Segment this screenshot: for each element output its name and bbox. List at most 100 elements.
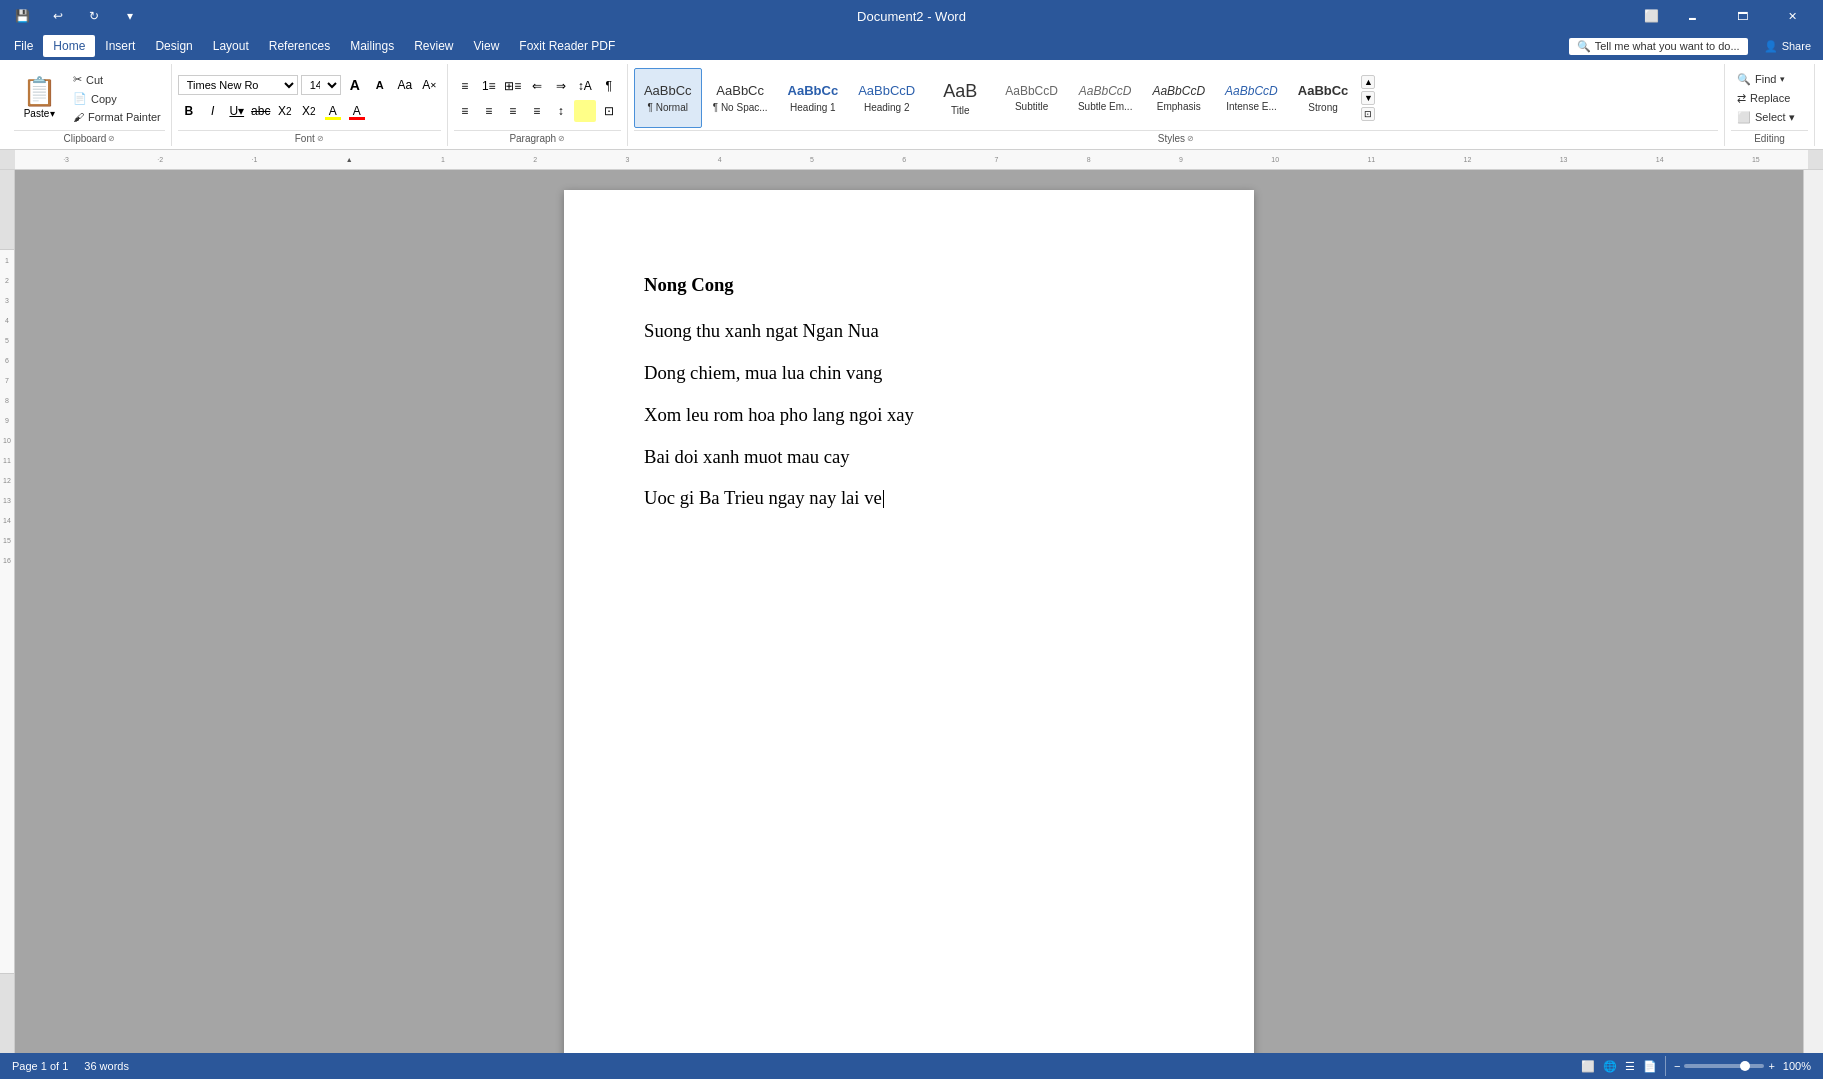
align-left-button[interactable]: ≡: [454, 100, 476, 122]
style-intense-em-preview: AaBbCcD: [1225, 84, 1278, 100]
view-draft-icon[interactable]: 📄: [1643, 1060, 1657, 1073]
shrink-font-button[interactable]: A: [369, 74, 391, 96]
paragraph-expand[interactable]: ⊘: [558, 134, 565, 143]
paste-button[interactable]: 📋 Paste▾: [14, 71, 65, 125]
find-icon: 🔍: [1737, 73, 1751, 86]
style-emphasis[interactable]: AaBbCcD Emphasis: [1143, 68, 1214, 128]
styles-scroll-down[interactable]: ▼: [1361, 91, 1375, 105]
customize-quick-access[interactable]: ▾: [116, 2, 144, 30]
format-painter-icon: 🖌: [73, 111, 84, 123]
change-case-button[interactable]: Aa: [394, 74, 416, 96]
bold-button[interactable]: B: [178, 100, 200, 122]
view-outline-icon[interactable]: ☰: [1625, 1060, 1635, 1073]
view-web-icon[interactable]: 🌐: [1603, 1060, 1617, 1073]
style-subtle-em[interactable]: AaBbCcD Subtle Em...: [1069, 68, 1141, 128]
ribbon-display-button[interactable]: ⬜: [1637, 2, 1665, 30]
style-normal[interactable]: AaBbCc ¶ Normal: [634, 68, 702, 128]
font-family-select[interactable]: Times New Ro: [178, 75, 298, 95]
maximize-button[interactable]: 🗖: [1719, 0, 1765, 32]
style-heading2[interactable]: AaBbCcD Heading 2: [849, 68, 924, 128]
menu-mailings[interactable]: Mailings: [340, 35, 404, 57]
ruler-numbers-vertical: 1 2 3 4 5 6 7 8 9 10 11 12 13 14 15 16: [0, 250, 14, 973]
undo-button[interactable]: ↩: [44, 2, 72, 30]
para-row1: ≡ 1≡ ⊞≡ ⇐ ⇒ ↕A ¶: [454, 75, 620, 97]
menu-home[interactable]: Home: [43, 35, 95, 57]
copy-button[interactable]: 📄 Copy: [69, 90, 165, 107]
document-area[interactable]: Nong Cong Suong thu xanh ngat Ngan Nua D…: [15, 170, 1803, 1053]
menu-references[interactable]: References: [259, 35, 340, 57]
style-strong-preview: AaBbCc: [1298, 83, 1349, 100]
zoom-thumb[interactable]: [1740, 1061, 1750, 1071]
style-intense-em[interactable]: AaBbCcD Intense E...: [1216, 68, 1287, 128]
text-highlight-button[interactable]: A: [322, 100, 344, 122]
style-no-spacing[interactable]: AaBbCc ¶ No Spac...: [704, 68, 777, 128]
styles-label: Styles ⊘: [634, 130, 1718, 146]
font-color-button[interactable]: A: [346, 100, 368, 122]
superscript-button[interactable]: X2: [298, 100, 320, 122]
title-bar-left: 💾 ↩ ↻ ▾: [8, 2, 144, 30]
font-expand[interactable]: ⊘: [317, 134, 324, 143]
menu-view[interactable]: View: [464, 35, 510, 57]
menu-insert[interactable]: Insert: [95, 35, 145, 57]
editing-buttons: 🔍 Find ▾ ⇄ Replace ⬜ Select ▾: [1731, 71, 1801, 126]
multilevel-button[interactable]: ⊞≡: [502, 75, 524, 97]
minimize-button[interactable]: 🗕: [1669, 0, 1715, 32]
select-button[interactable]: ⬜ Select ▾: [1731, 109, 1801, 126]
style-strong-label: Strong: [1308, 102, 1337, 113]
word-count[interactable]: 36 words: [84, 1060, 129, 1072]
close-button[interactable]: ✕: [1769, 0, 1815, 32]
styles-expand-btn[interactable]: ⊘: [1187, 134, 1194, 143]
page-info[interactable]: Page 1 of 1: [12, 1060, 68, 1072]
zoom-in-button[interactable]: +: [1768, 1060, 1774, 1072]
style-strong[interactable]: AaBbCc Strong: [1289, 68, 1358, 128]
menu-foxit[interactable]: Foxit Reader PDF: [509, 35, 625, 57]
status-separator: [1665, 1056, 1666, 1076]
show-marks-button[interactable]: ¶: [598, 75, 620, 97]
main-area: 1 2 3 4 5 6 7 8 9 10 11 12 13 14 15 16 N…: [0, 170, 1823, 1053]
doc-line-2: Dong chiem, mua lua chin vang: [644, 358, 1174, 388]
clipboard-expand[interactable]: ⊘: [108, 134, 115, 143]
zoom-slider[interactable]: [1684, 1064, 1764, 1068]
borders-button[interactable]: ⊡: [598, 100, 620, 122]
document-page[interactable]: Nong Cong Suong thu xanh ngat Ngan Nua D…: [564, 190, 1254, 1053]
menu-design[interactable]: Design: [145, 35, 202, 57]
style-title[interactable]: AaB Title: [926, 68, 994, 128]
editing-content: 🔍 Find ▾ ⇄ Replace ⬜ Select ▾: [1731, 68, 1808, 128]
strikethrough-button[interactable]: abc: [250, 100, 272, 122]
replace-button[interactable]: ⇄ Replace: [1731, 90, 1801, 107]
format-painter-button[interactable]: 🖌 Format Painter: [69, 109, 165, 125]
bullets-button[interactable]: ≡: [454, 75, 476, 97]
style-subtitle[interactable]: AaBbCcD Subtitle: [996, 68, 1067, 128]
italic-button[interactable]: I: [202, 100, 224, 122]
search-bar[interactable]: 🔍 Tell me what you want to do...: [1569, 38, 1748, 55]
subscript-button[interactable]: X2: [274, 100, 296, 122]
cut-button[interactable]: ✂ Cut: [69, 71, 165, 88]
line-spacing-button[interactable]: ↕: [550, 100, 572, 122]
numbering-button[interactable]: 1≡: [478, 75, 500, 97]
view-print-icon[interactable]: ⬜: [1581, 1060, 1595, 1073]
style-heading1[interactable]: AaBbCc Heading 1: [779, 68, 848, 128]
find-button[interactable]: 🔍 Find ▾: [1731, 71, 1801, 88]
shading-button[interactable]: [574, 100, 596, 122]
align-right-button[interactable]: ≡: [502, 100, 524, 122]
grow-font-button[interactable]: A: [344, 74, 366, 96]
align-center-button[interactable]: ≡: [478, 100, 500, 122]
zoom-out-button[interactable]: −: [1674, 1060, 1680, 1072]
save-button[interactable]: 💾: [8, 2, 36, 30]
para-row2: ≡ ≡ ≡ ≡ ↕ ⊡: [454, 100, 620, 122]
justify-button[interactable]: ≡: [526, 100, 548, 122]
styles-scroll-up[interactable]: ▲: [1361, 75, 1375, 89]
redo-button[interactable]: ↻: [80, 2, 108, 30]
share-button[interactable]: 👤 Share: [1756, 38, 1819, 55]
underline-button[interactable]: U▾: [226, 100, 248, 122]
increase-indent-button[interactable]: ⇒: [550, 75, 572, 97]
decrease-indent-button[interactable]: ⇐: [526, 75, 548, 97]
menu-layout[interactable]: Layout: [203, 35, 259, 57]
styles-expand[interactable]: ⊡: [1361, 107, 1375, 121]
clear-format-button[interactable]: A✕: [419, 74, 441, 96]
zoom-level[interactable]: 100%: [1783, 1060, 1811, 1072]
font-size-select[interactable]: 14: [301, 75, 341, 95]
menu-file[interactable]: File: [4, 35, 43, 57]
sort-button[interactable]: ↕A: [574, 75, 596, 97]
menu-review[interactable]: Review: [404, 35, 463, 57]
